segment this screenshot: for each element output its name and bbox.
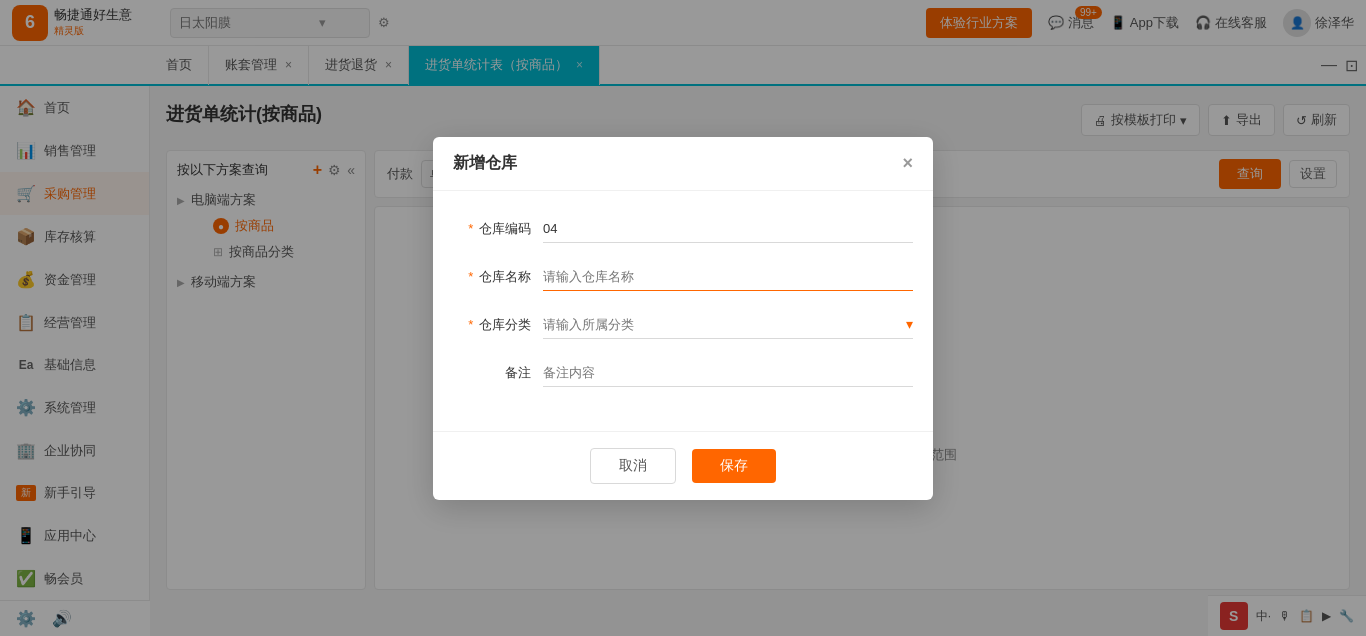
name-label: * 仓库名称 [453, 268, 543, 286]
remarks-input[interactable] [543, 359, 913, 387]
modal-body: * 仓库编码 * 仓库名称 [433, 191, 933, 431]
category-select-row: ▾ [543, 311, 913, 339]
modal-title: 新增仓库 [453, 153, 517, 174]
modal-header: 新增仓库 × [433, 137, 933, 191]
content-wrapper: 进货单统计(按商品) 🖨 按模板打印 ▾ ⬆ 导出 ↺ 刷新 [150, 86, 1366, 636]
main-layout: 🏠 首页 📊 销售管理 🛒 采购管理 📦 库存核算 💰 资金管理 📋 经营管理 … [0, 86, 1366, 636]
modal-footer: 取消 保存 [433, 431, 933, 500]
form-row-name: * 仓库名称 [453, 263, 913, 291]
category-required-star: * [468, 317, 473, 332]
form-row-remarks: 备注 [453, 359, 913, 387]
modal-close-button[interactable]: × [902, 153, 913, 174]
warehouse-name-input[interactable] [543, 263, 913, 291]
cancel-button[interactable]: 取消 [590, 448, 676, 484]
category-label: * 仓库分类 [453, 316, 543, 334]
category-dropdown-icon[interactable]: ▾ [906, 316, 913, 332]
remarks-label: 备注 [453, 364, 543, 382]
form-row-code: * 仓库编码 [453, 215, 913, 243]
new-warehouse-modal: 新增仓库 × * 仓库编码 [433, 137, 933, 500]
save-button[interactable]: 保存 [692, 449, 776, 483]
warehouse-category-input[interactable] [543, 311, 906, 338]
name-required-star: * [468, 269, 473, 284]
code-required-star: * [468, 221, 473, 236]
code-label: * 仓库编码 [453, 220, 543, 238]
warehouse-code-input[interactable] [543, 215, 913, 243]
modal-overlay: 新增仓库 × * 仓库编码 [0, 0, 1366, 636]
form-row-category: * 仓库分类 ▾ [453, 311, 913, 339]
